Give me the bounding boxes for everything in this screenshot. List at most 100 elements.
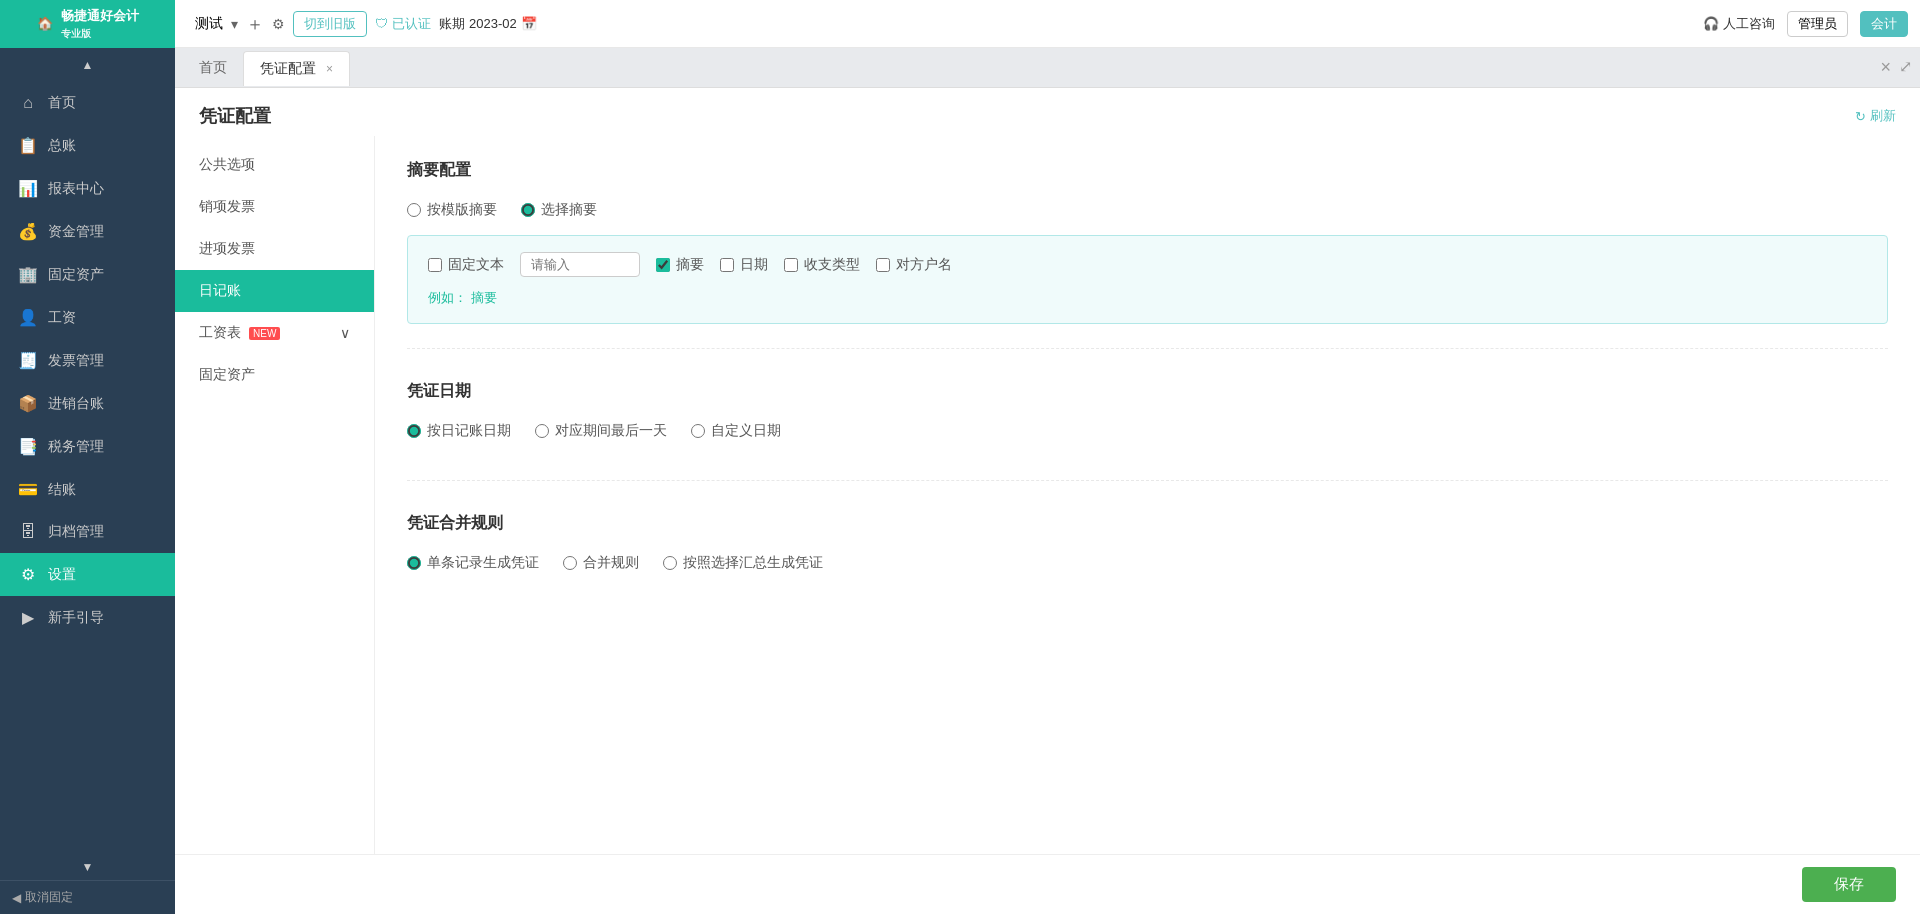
summary-radio-select[interactable]: 选择摘要 (521, 201, 597, 219)
summary-section-title: 摘要配置 (407, 160, 1888, 181)
cancel-fixed-button[interactable]: ◀ 取消固定 (0, 880, 175, 914)
merge-radio-rule[interactable]: 合并规则 (563, 554, 639, 572)
merge-radio-group: 单条记录生成凭证 合并规则 按照选择汇总生成凭证 (407, 554, 1888, 572)
select-merge-radio[interactable] (663, 556, 677, 570)
merge-rule-radio[interactable] (563, 556, 577, 570)
settings-icon[interactable]: ⚙ (272, 16, 285, 32)
company-name: 测试 (195, 15, 223, 33)
sales-icon: 📦 (18, 394, 38, 413)
tab-close-icon[interactable]: × (326, 62, 333, 76)
page-title-bar: 凭证配置 ↻ 刷新 (175, 88, 1920, 136)
fixed-text-checkbox-label[interactable]: 固定文本 (428, 256, 504, 274)
tab-bar: 首页 凭证配置 × × ⤢ (175, 48, 1920, 88)
sidebar-item-label: 设置 (48, 566, 76, 584)
top-header: 🏠 畅捷通好会计 专业版 测试 ▾ ＋ ⚙ 切到旧版 🛡 已认证 账期 2023… (0, 0, 1920, 48)
save-button[interactable]: 保存 (1802, 867, 1896, 902)
income-type-checkbox[interactable] (784, 258, 798, 272)
calendar-icon[interactable]: 📅 (521, 16, 537, 31)
sidebar-item-label: 新手引导 (48, 609, 104, 627)
summary-radio-template[interactable]: 按模版摘要 (407, 201, 497, 219)
tab-config[interactable]: 凭证配置 × (243, 51, 350, 86)
left-nav-purchase-invoice[interactable]: 进项发票 (175, 228, 374, 270)
sidebar-item-fixed-assets[interactable]: 🏢 固定资产 (0, 253, 175, 296)
capital-icon: 💰 (18, 222, 38, 241)
date-radio-custom[interactable]: 自定义日期 (691, 422, 781, 440)
summary-config-section: 摘要配置 按模版摘要 选择摘要 (407, 160, 1888, 349)
sidebar-item-invoice[interactable]: 🧾 发票管理 (0, 339, 175, 382)
sidebar-item-settlement[interactable]: 💳 结账 (0, 468, 175, 511)
settings-nav-icon: ⚙ (18, 565, 38, 584)
left-nav-sales-invoice[interactable]: 销项发票 (175, 186, 374, 228)
period-info: 账期 2023-02 📅 (439, 15, 537, 33)
sidebar-item-label: 总账 (48, 137, 76, 155)
tab-home[interactable]: 首页 (183, 51, 243, 85)
tax-icon: 📑 (18, 437, 38, 456)
sidebar-item-payroll[interactable]: 👤 工资 (0, 296, 175, 339)
summary-checkbox-row: 固定文本 摘要 日期 (428, 252, 1867, 277)
sidebar-item-capital[interactable]: 💰 资金管理 (0, 210, 175, 253)
custom-date-radio[interactable] (691, 424, 705, 438)
close-window-icon[interactable]: × (1880, 57, 1891, 78)
summary-config-box: 固定文本 摘要 日期 (407, 235, 1888, 324)
date-radio-journal[interactable]: 按日记账日期 (407, 422, 511, 440)
invoice-icon: 🧾 (18, 351, 38, 370)
select-radio-input[interactable] (521, 203, 535, 217)
fixed-text-input[interactable] (520, 252, 640, 277)
merge-radio-select[interactable]: 按照选择汇总生成凭证 (663, 554, 823, 572)
income-type-checkbox-label[interactable]: 收支类型 (784, 256, 860, 274)
summary-checkbox-label[interactable]: 摘要 (656, 256, 704, 274)
new-badge: NEW (249, 327, 280, 340)
left-nav-public[interactable]: 公共选项 (175, 144, 374, 186)
fixed-text-checkbox[interactable] (428, 258, 442, 272)
journal-date-radio[interactable] (407, 424, 421, 438)
sidebar-item-settings[interactable]: ⚙ 设置 (0, 553, 175, 596)
sidebar-item-ledger[interactable]: 📋 总账 (0, 124, 175, 167)
switch-old-version-button[interactable]: 切到旧版 (293, 11, 367, 37)
date-checkbox[interactable] (720, 258, 734, 272)
date-section-title: 凭证日期 (407, 381, 1888, 402)
sidebar-scroll-down[interactable]: ▼ (0, 854, 175, 880)
date-radio-last-day[interactable]: 对应期间最后一天 (535, 422, 667, 440)
refresh-button[interactable]: ↻ 刷新 (1855, 107, 1896, 125)
sidebar-item-guide[interactable]: ▶ 新手引导 (0, 596, 175, 639)
right-content: 摘要配置 按模版摘要 选择摘要 (375, 136, 1920, 854)
bottom-bar: 保存 (175, 854, 1920, 914)
expand-icon[interactable]: ⤢ (1899, 57, 1912, 78)
sidebar-item-tax[interactable]: 📑 税务管理 (0, 425, 175, 468)
left-nav-fixed-assets[interactable]: 固定资产 (175, 354, 374, 396)
settlement-icon: 💳 (18, 480, 38, 499)
report-icon: 📊 (18, 179, 38, 198)
main-layout: ▲ ⌂ 首页 📋 总账 📊 报表中心 💰 资金管理 🏢 固定资产 (0, 48, 1920, 914)
sidebar-item-archive[interactable]: 🗄 归档管理 (0, 511, 175, 553)
admin-button[interactable]: 管理员 (1787, 11, 1848, 37)
sidebar-items: ⌂ 首页 📋 总账 📊 报表中心 💰 资金管理 🏢 固定资产 👤 工资 (0, 78, 175, 854)
date-checkbox-label[interactable]: 日期 (720, 256, 768, 274)
accountant-button[interactable]: 会计 (1860, 11, 1908, 37)
consult-button[interactable]: 🎧 人工咨询 (1703, 15, 1775, 33)
fixed-assets-icon: 🏢 (18, 265, 38, 284)
template-radio-input[interactable] (407, 203, 421, 217)
payroll-icon: 👤 (18, 308, 38, 327)
app-logo: 🏠 畅捷通好会计 专业版 (0, 0, 175, 48)
sidebar-item-report[interactable]: 📊 报表中心 (0, 167, 175, 210)
summary-checkbox[interactable] (656, 258, 670, 272)
merge-config-section: 凭证合并规则 单条记录生成凭证 合并规则 (407, 513, 1888, 612)
merge-section-title: 凭证合并规则 (407, 513, 1888, 534)
left-nav-payroll-table[interactable]: 工资表 NEW ∨ (175, 312, 374, 354)
single-record-radio[interactable] (407, 556, 421, 570)
page-content: 凭证配置 ↻ 刷新 公共选项 销项发票 进项发票 (175, 88, 1920, 854)
logo-icon: 🏠 (37, 16, 53, 31)
last-day-radio[interactable] (535, 424, 549, 438)
sidebar-item-home[interactable]: ⌂ 首页 (0, 82, 175, 124)
sidebar-item-sales[interactable]: 📦 进销台账 (0, 382, 175, 425)
company-dropdown-icon[interactable]: ▾ (231, 16, 238, 32)
pin-icon: ◀ (12, 891, 21, 905)
add-company-icon[interactable]: ＋ (246, 12, 264, 36)
left-nav-journal[interactable]: 日记账 (175, 270, 374, 312)
counterpart-checkbox[interactable] (876, 258, 890, 272)
page-title: 凭证配置 (199, 104, 271, 128)
merge-radio-single[interactable]: 单条记录生成凭证 (407, 554, 539, 572)
left-nav: 公共选项 销项发票 进项发票 日记账 工资表 NEW ∨ (175, 136, 375, 854)
counterpart-checkbox-label[interactable]: 对方户名 (876, 256, 952, 274)
sidebar-scroll-up[interactable]: ▲ (0, 52, 175, 78)
